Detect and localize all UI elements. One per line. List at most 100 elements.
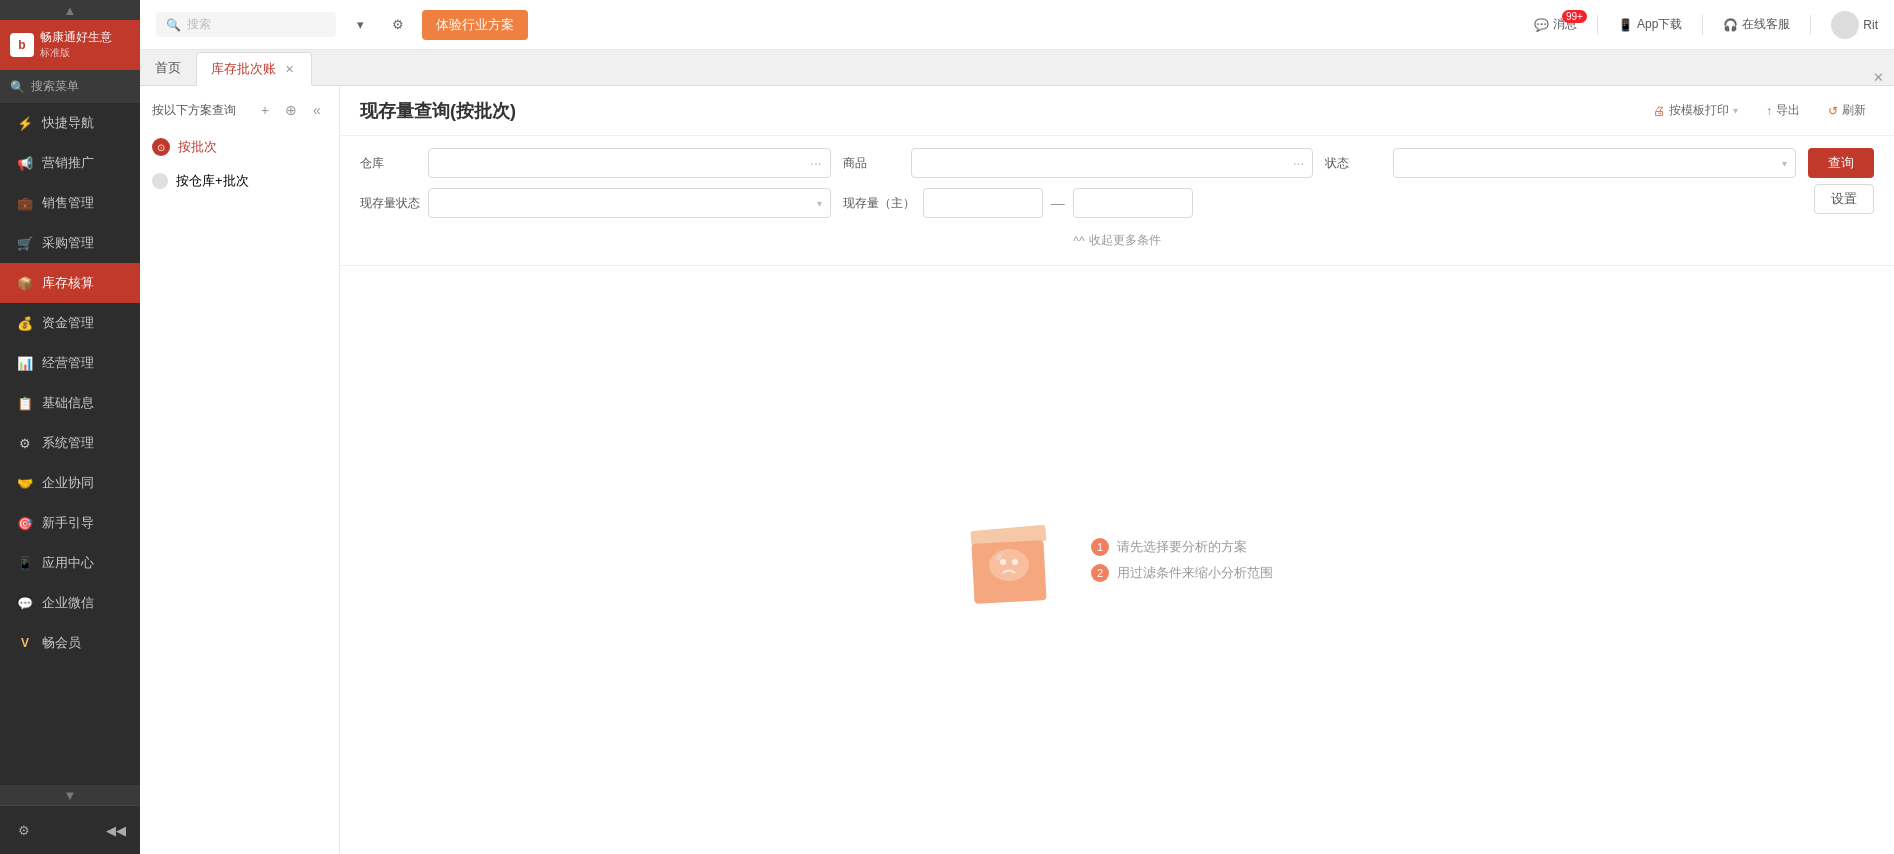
- sidebar-item-marketing[interactable]: 📢 营销推广: [0, 143, 140, 183]
- main-area: 🔍 搜索 ▾ ⚙ 体验行业方案 💬 消息 99+ 📱 App下载 🎧 在线客服: [140, 0, 1894, 854]
- topbar-divider-3: [1810, 15, 1811, 35]
- sidebar-item-sales[interactable]: 💼 销售管理: [0, 183, 140, 223]
- app-download-label: App下载: [1637, 16, 1682, 33]
- warehouse-dots-icon[interactable]: ···: [810, 155, 822, 171]
- sidebar-item-label: 新手引导: [42, 514, 94, 532]
- tab-close-btn[interactable]: ✕: [282, 62, 297, 77]
- sidebar-item-label: 快捷导航: [42, 114, 94, 132]
- sidebar-item-newcomer[interactable]: 🎯 新手引导: [0, 503, 140, 543]
- topbar-divider-1: [1597, 15, 1598, 35]
- inventory-qty-from[interactable]: [923, 188, 1043, 218]
- filter-area: 仓库 ··· 现存量状态 ▾: [340, 136, 1894, 266]
- sidebar-item-system[interactable]: ⚙ 系统管理: [0, 423, 140, 463]
- settings-bottom-btn[interactable]: ⚙: [10, 816, 38, 844]
- topbar-divider-2: [1702, 15, 1703, 35]
- settings-scheme-btn[interactable]: ⊕: [281, 100, 301, 120]
- sidebar-item-operation[interactable]: 📊 经营管理: [0, 343, 140, 383]
- goods-input[interactable]: ···: [911, 148, 1314, 178]
- inventory-status-select[interactable]: ▾: [428, 188, 831, 218]
- print-dropdown-icon[interactable]: ▾: [1733, 105, 1738, 116]
- sidebar-item-label: 应用中心: [42, 554, 94, 572]
- username-label: Rit: [1863, 18, 1878, 32]
- sidebar-item-label: 经营管理: [42, 354, 94, 372]
- empty-tip-2: 2 用过滤条件来缩小分析范围: [1091, 564, 1273, 582]
- empty-state: 1 请先选择要分析的方案 2 用过滤条件来缩小分析范围: [340, 266, 1894, 854]
- sidebar-item-inventory[interactable]: 📦 库存核算: [0, 263, 140, 303]
- svg-point-4: [1012, 559, 1018, 565]
- left-filter-panel: 按以下方案查询 + ⊕ « ⊙ 按批次 按仓库+批次: [140, 86, 340, 854]
- operation-icon: 📊: [16, 354, 34, 372]
- scheme-by-warehouse-batch[interactable]: 按仓库+批次: [140, 164, 339, 198]
- tabbar: 首页 库存批次账 ✕ ✕: [140, 50, 1894, 86]
- empty-tips: 1 请先选择要分析的方案 2 用过滤条件来缩小分析范围: [1091, 538, 1273, 582]
- warehouse-input[interactable]: ···: [428, 148, 831, 178]
- sidebar-item-wechat[interactable]: 💬 企业微信: [0, 583, 140, 623]
- print-icon: 🖨: [1653, 104, 1665, 118]
- collapse-sidebar-btn[interactable]: ◀◀: [102, 816, 130, 844]
- query-btn[interactable]: 查询: [1808, 148, 1874, 178]
- quick-nav-icon: ⚡: [16, 114, 34, 132]
- refresh-label: 刷新: [1842, 102, 1866, 119]
- sidebar-scroll-down[interactable]: ▼: [0, 785, 140, 805]
- print-label: 按模板打印: [1669, 102, 1729, 119]
- topbar-dropdown-btn[interactable]: ▾: [346, 11, 374, 39]
- refresh-icon: ↺: [1828, 104, 1838, 118]
- scheme-actions: + ⊕ «: [255, 100, 327, 120]
- sidebar-search[interactable]: 🔍 搜索菜单: [0, 70, 140, 103]
- close-panel-btn[interactable]: ✕: [1873, 70, 1894, 85]
- tab-home-label: 首页: [155, 59, 181, 77]
- topbar-settings-btn[interactable]: ⚙: [384, 11, 412, 39]
- status-label: 状态: [1325, 155, 1385, 172]
- marketing-icon: 📢: [16, 154, 34, 172]
- sidebar-item-finance[interactable]: 💰 资金管理: [0, 303, 140, 343]
- message-btn[interactable]: 💬 消息 99+: [1534, 16, 1577, 33]
- sidebar-item-label: 采购管理: [42, 234, 94, 252]
- sidebar-bottom: ⚙ ◀◀: [0, 805, 140, 854]
- app-download-icon: 📱: [1618, 18, 1633, 32]
- topbar-search-box[interactable]: 🔍 搜索: [156, 12, 336, 37]
- add-scheme-btn[interactable]: +: [255, 100, 275, 120]
- online-service-label: 在线客服: [1742, 16, 1790, 33]
- sidebar-item-label: 畅会员: [42, 634, 81, 652]
- sidebar-item-label: 企业协同: [42, 474, 94, 492]
- print-btn[interactable]: 🖨 按模板打印 ▾: [1645, 98, 1746, 123]
- sidebar-item-member[interactable]: V 畅会员: [0, 623, 140, 663]
- sidebar-item-basic[interactable]: 📋 基础信息: [0, 383, 140, 423]
- goods-dots-icon[interactable]: ···: [1293, 155, 1305, 171]
- app-download-btn[interactable]: 📱 App下载: [1618, 16, 1682, 33]
- scheme-by-batch[interactable]: ⊙ 按批次: [140, 130, 339, 164]
- edition-label: 标准版: [40, 46, 112, 60]
- refresh-btn[interactable]: ↺ 刷新: [1820, 98, 1874, 123]
- sidebar-item-quick-nav[interactable]: ⚡ 快捷导航: [0, 103, 140, 143]
- app-center-icon: 📱: [16, 554, 34, 572]
- sidebar-item-label: 销售管理: [42, 194, 94, 212]
- inventory-icon: 📦: [16, 274, 34, 292]
- collapse-panel-btn[interactable]: «: [307, 100, 327, 120]
- sidebar-header: b 畅康通好生意 标准版: [0, 20, 140, 70]
- export-btn[interactable]: ↑ 导出: [1758, 98, 1808, 123]
- sidebar-item-enterprise[interactable]: 🤝 企业协同: [0, 463, 140, 503]
- empty-tip-1: 1 请先选择要分析的方案: [1091, 538, 1273, 556]
- user-avatar: [1831, 11, 1859, 39]
- experience-industry-btn[interactable]: 体验行业方案: [422, 10, 528, 40]
- status-chevron: ▾: [1782, 158, 1787, 169]
- empty-illustration: [961, 510, 1061, 610]
- inventory-qty-to[interactable]: [1073, 188, 1193, 218]
- tab-batch-account-label: 库存批次账: [211, 60, 276, 78]
- sidebar-scroll-up[interactable]: ▲: [0, 0, 140, 20]
- sidebar-item-app-center[interactable]: 📱 应用中心: [0, 543, 140, 583]
- collapse-more-btn[interactable]: ^^ 收起更多条件: [360, 228, 1874, 253]
- topbar: 🔍 搜索 ▾ ⚙ 体验行业方案 💬 消息 99+ 📱 App下载 🎧 在线客服: [140, 0, 1894, 50]
- tab-batch-account[interactable]: 库存批次账 ✕: [196, 52, 312, 86]
- sidebar-item-label: 库存核算: [42, 274, 94, 292]
- status-select[interactable]: ▾: [1393, 148, 1796, 178]
- svg-point-3: [1000, 559, 1006, 565]
- svg-point-2: [989, 549, 1029, 581]
- online-service-btn[interactable]: 🎧 在线客服: [1723, 16, 1790, 33]
- settings-btn[interactable]: 设置: [1814, 184, 1874, 214]
- empty-state-content: 1 请先选择要分析的方案 2 用过滤条件来缩小分析范围: [961, 510, 1273, 610]
- goods-label: 商品: [843, 155, 903, 172]
- user-profile-btn[interactable]: Rit: [1831, 11, 1878, 39]
- sidebar-item-purchase[interactable]: 🛒 采购管理: [0, 223, 140, 263]
- tab-home[interactable]: 首页: [140, 51, 196, 85]
